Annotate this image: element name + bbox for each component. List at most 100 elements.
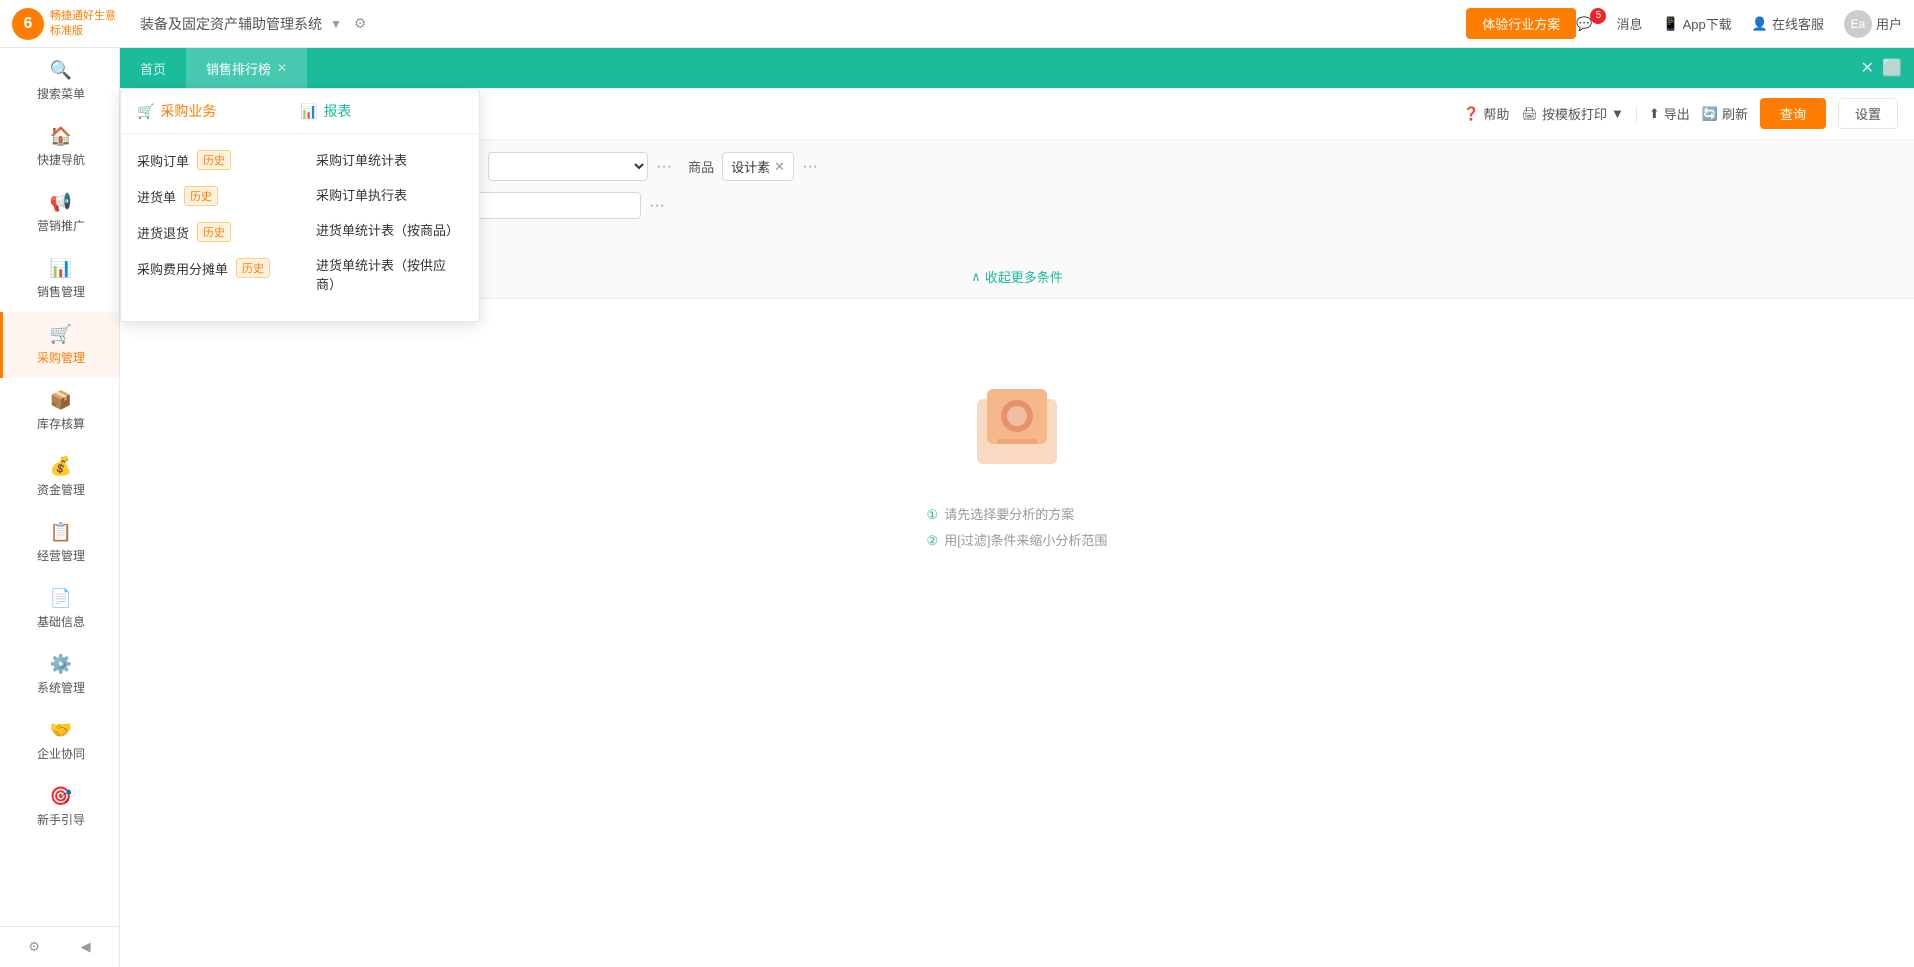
export-icon: ⬆: [1649, 106, 1660, 122]
purchase-col: 采购订单 历史 进货单 历史 进货退货 历史 采购费用分摊单 历史: [121, 142, 300, 301]
sidebar-bottom: ⚙ ◀: [0, 926, 119, 967]
tab-home[interactable]: 首页: [120, 48, 186, 88]
logo-area: 6 畅捷通好生意 标准版: [12, 8, 132, 40]
user-area[interactable]: Ea 用户: [1844, 10, 1902, 38]
settings-btn[interactable]: 设置: [1838, 98, 1898, 129]
inventory-icon: 📦: [50, 390, 72, 411]
history-tag-0: 历史: [197, 150, 231, 170]
toolbar-divider: [1636, 106, 1637, 122]
salesperson-more-icon[interactable]: ···: [649, 197, 665, 215]
tab-sales-rank[interactable]: 销售排行榜 ✕: [186, 48, 307, 88]
system-dropdown-icon[interactable]: ▼: [330, 17, 342, 31]
sidebar-item-guide[interactable]: 🎯 新手引导: [0, 774, 119, 840]
sidebar-item-purchase[interactable]: 🛒 采购管理: [0, 312, 119, 378]
tab-bar-actions: ✕ ⬜: [1861, 48, 1914, 88]
sidebar-item-marketing[interactable]: 📢 营销推广: [0, 180, 119, 246]
sidebar-item-quick[interactable]: 🏠 快捷导航: [0, 114, 119, 180]
sidebar-item-system[interactable]: ⚙️ 系统管理: [0, 642, 119, 708]
tab-maximize-btn[interactable]: ⬜: [1882, 58, 1902, 78]
dropdown-item-return[interactable]: 进货退货 历史: [137, 214, 284, 250]
finance-icon: 💰: [50, 456, 72, 477]
print-template-btn[interactable]: 🖨 按模板打印 ▼: [1521, 104, 1623, 123]
history-tag-2: 历史: [197, 222, 231, 242]
dropdown-item-report-1[interactable]: 采购订单统计表: [316, 142, 463, 177]
dropdown-item-report-3[interactable]: 进货单统计表（按商品）: [316, 212, 463, 247]
collapse-btn[interactable]: ∧ 收起更多条件: [971, 267, 1063, 286]
dropdown-item-receive[interactable]: 进货单 历史: [137, 178, 284, 214]
empty-illustration: [957, 379, 1077, 482]
home-icon: 🏠: [50, 126, 72, 147]
industry-btn[interactable]: 体验行业方案: [1466, 8, 1576, 39]
phone-icon: 📱: [1662, 16, 1678, 32]
header-right: 💬 5 消息 📱 App下载 👤 在线客服 Ea 用户: [1576, 10, 1902, 38]
sidebar-item-enterprise[interactable]: 🤝 企业协同: [0, 708, 119, 774]
sidebar-collapse-icon[interactable]: ◀: [81, 939, 91, 955]
service-icon: 👤: [1752, 16, 1768, 32]
purchase-section-icon: 🛒: [137, 103, 154, 120]
guide-icon: 🎯: [50, 786, 72, 807]
tab-close-icon[interactable]: ✕: [277, 61, 287, 75]
print-dropdown-icon: ▼: [1611, 106, 1624, 121]
print-icon: 🖨: [1521, 106, 1538, 122]
system-title-area: 装备及固定资产辅助管理系统 ▼ ⚙: [132, 14, 1466, 34]
enterprise-icon: 🤝: [50, 720, 72, 741]
tab-close-btn[interactable]: ✕: [1861, 58, 1874, 78]
sidebar-item-search[interactable]: 🔍 搜索菜单: [0, 48, 119, 114]
sidebar-item-basic[interactable]: 📄 基础信息: [0, 576, 119, 642]
goods-filter: 商品 设计素 ✕ ···: [688, 152, 818, 181]
logo-icon: 6: [12, 8, 44, 40]
marketing-icon: 📢: [50, 192, 72, 213]
purchase-dropdown-menu: 🛒 采购业务 📊 报表 采购订单 历史 进货单 历史 进货退货 历史 采购费用分…: [120, 88, 480, 322]
status-more-icon[interactable]: ···: [656, 158, 672, 176]
online-service-btn[interactable]: 👤 在线客服: [1752, 14, 1824, 33]
goods-tag: 设计素 ✕: [722, 152, 794, 181]
tab-bar: 首页 销售排行榜 ✕ ✕ ⬜: [120, 48, 1914, 88]
app-download-btn[interactable]: 📱 App下载: [1662, 14, 1731, 33]
dropdown-items: 采购订单 历史 进货单 历史 进货退货 历史 采购费用分摊单 历史 采购订单统计…: [121, 134, 479, 309]
operation-icon: 📋: [50, 522, 72, 543]
user-avatar: Ea: [1844, 10, 1872, 38]
top-header: 6 畅捷通好生意 标准版 装备及固定资产辅助管理系统 ▼ ⚙ 体验行业方案 💬 …: [0, 0, 1914, 48]
sidebar-item-inventory[interactable]: 📦 库存核算: [0, 378, 119, 444]
purchase-section-title: 🛒 采购业务: [137, 101, 300, 121]
basic-icon: 📄: [50, 588, 72, 609]
sidebar: 🔍 搜索菜单 🏠 快捷导航 📢 营销推广 📊 销售管理 🛒 采购管理 📦 库存核…: [0, 48, 120, 967]
message-btn[interactable]: 💬 5 消息: [1576, 14, 1642, 33]
export-btn[interactable]: ⬆ 导出: [1649, 104, 1690, 123]
settings-icon[interactable]: ⚙: [354, 15, 367, 32]
dropdown-item-expense[interactable]: 采购费用分摊单 历史: [137, 250, 284, 286]
sidebar-item-finance[interactable]: 💰 资金管理: [0, 444, 119, 510]
history-tag-3: 历史: [236, 258, 270, 278]
report-section-icon: 📊: [300, 103, 317, 120]
dropdown-header: 🛒 采购业务 📊 报表: [121, 101, 479, 134]
empty-tips: ① 请先选择要分析的方案 ② 用[过滤]条件来缩小分析范围: [927, 502, 1108, 554]
report-col: 采购订单统计表 采购订单执行表 进货单统计表（按商品） 进货单统计表（按供应商）: [300, 142, 479, 301]
empty-svg: [957, 379, 1077, 479]
dropdown-item-purchase-order[interactable]: 采购订单 历史: [137, 142, 284, 178]
sidebar-item-operation[interactable]: 📋 经营管理: [0, 510, 119, 576]
sidebar-item-sales[interactable]: 📊 销售管理: [0, 246, 119, 312]
report-section-title: 📊 报表: [300, 101, 463, 121]
history-tag-1: 历史: [184, 186, 218, 206]
message-badge: 5: [1590, 8, 1606, 24]
empty-state: ① 请先选择要分析的方案 ② 用[过滤]条件来缩小分析范围: [120, 299, 1914, 634]
system-title-text: 装备及固定资产辅助管理系统: [140, 14, 322, 34]
dropdown-item-report-2[interactable]: 采购订单执行表: [316, 177, 463, 212]
help-btn[interactable]: ❓ 帮助: [1463, 104, 1509, 123]
query-btn[interactable]: 查询: [1760, 98, 1826, 129]
goods-label: 商品: [688, 157, 714, 176]
status-select[interactable]: [488, 152, 648, 181]
refresh-icon: 🔄: [1702, 106, 1718, 122]
help-icon: ❓: [1463, 106, 1479, 122]
sales-icon: 📊: [50, 258, 72, 279]
sidebar-settings-icon[interactable]: ⚙: [28, 939, 40, 955]
dropdown-item-report-4[interactable]: 进货单统计表（按供应商）: [316, 247, 463, 301]
goods-tag-close[interactable]: ✕: [774, 159, 785, 175]
refresh-btn[interactable]: 🔄 刷新: [1702, 104, 1748, 123]
purchase-icon: 🛒: [50, 324, 72, 345]
goods-more-icon[interactable]: ···: [802, 158, 818, 176]
system-icon: ⚙️: [50, 654, 72, 675]
search-icon: 🔍: [50, 60, 72, 81]
collapse-up-icon: ∧: [971, 269, 981, 285]
logo-text: 畅捷通好生意 标准版: [50, 9, 116, 38]
